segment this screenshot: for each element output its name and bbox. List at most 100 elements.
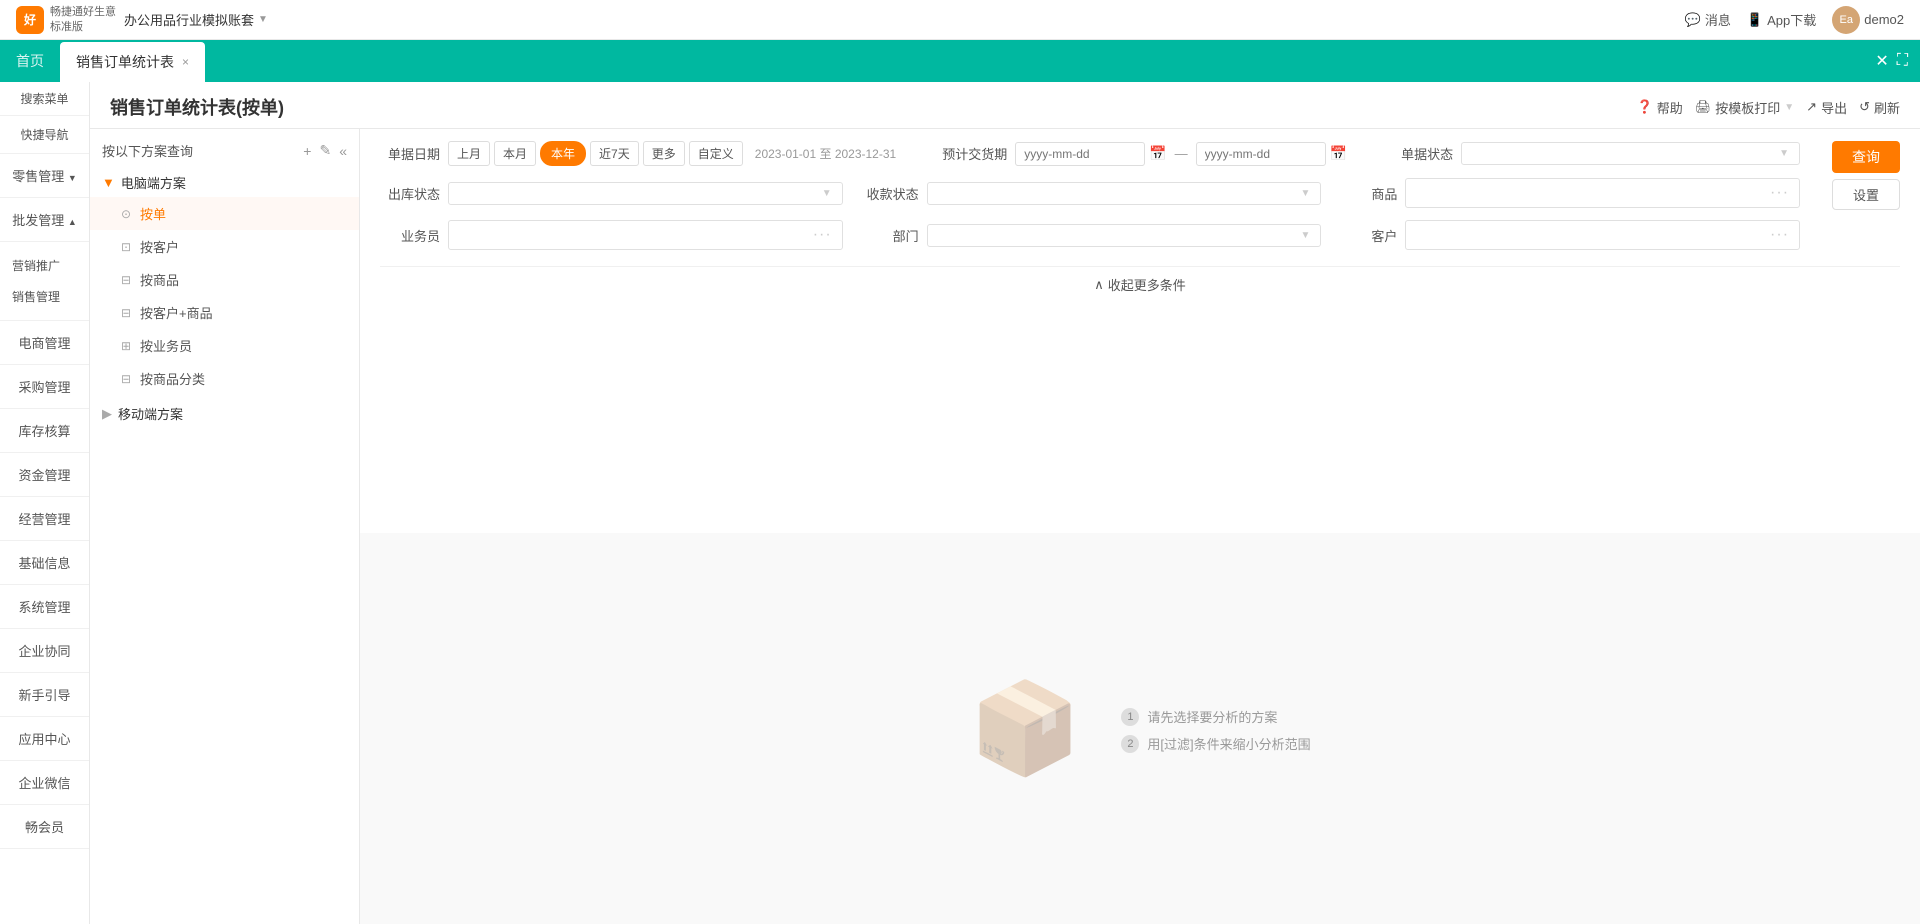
scheme-group-pc-header[interactable]: ▼ 电脑端方案	[90, 168, 359, 197]
page-actions: ❓ 帮助 🖨 按模板打印 ▼ ↗ 导出 ↺ 刷新	[1637, 98, 1900, 117]
tab-close-button[interactable]: ×	[182, 55, 189, 69]
sidebar-item-purchase[interactable]: 采购管理	[0, 365, 89, 409]
chevron-down-icon6: ▼	[1300, 230, 1310, 241]
salesperson-group: 业务员 ···	[380, 220, 843, 250]
date-btn-thisyear[interactable]: 本年	[540, 141, 586, 166]
more-icon3: ···	[1770, 226, 1789, 244]
scheme-item-by-customer[interactable]: ⊡ 按客户	[90, 230, 359, 263]
expected-date-group: 预计交货期 📅 — 📅	[942, 142, 1347, 166]
delivery-status-select[interactable]: ▼	[448, 182, 843, 205]
delivery-status-group: 出库状态 ▼	[380, 182, 843, 205]
download-icon: 📱	[1747, 12, 1763, 28]
scheme-item-by-category[interactable]: ⊟ 按商品分类	[90, 362, 359, 395]
salesperson-input[interactable]: ···	[448, 220, 843, 250]
sidebar-item-wholesale[interactable]: 批发管理 ▲	[0, 198, 89, 242]
message-icon: 💬	[1685, 12, 1701, 28]
sidebar-item-retail[interactable]: 零售管理 ▼	[0, 154, 89, 198]
sidebar-item-finance[interactable]: 资金管理	[0, 453, 89, 497]
filter-row-3: 业务员 ··· 部门 ▼	[380, 220, 1800, 250]
date-btn-lastmonth[interactable]: 上月	[448, 141, 490, 166]
customer-input[interactable]: ···	[1405, 220, 1800, 250]
window-close-icon[interactable]: ✕	[1875, 51, 1888, 71]
window-maximize-icon[interactable]: ⛶	[1897, 52, 1908, 70]
scheme-edit-button[interactable]: ✎	[319, 142, 331, 159]
print-icon: 🖨	[1695, 99, 1712, 115]
sidebar-sub-marketing: 营销推广 销售管理	[0, 242, 89, 321]
date-btn-custom[interactable]: 自定义	[689, 141, 743, 166]
scheme-item-by-order[interactable]: ⊙ 按单	[90, 197, 359, 230]
results-area: 📦 1 请先选择要分析的方案 2 用[过滤]条件来缩小分析范围	[360, 533, 1920, 924]
sidebar-item-quicknav[interactable]: 快捷导航	[0, 116, 89, 154]
calendar-icon[interactable]: 📅	[1149, 145, 1166, 162]
scheme-collapse-button[interactable]: «	[339, 143, 347, 159]
more-icon: ···	[1770, 184, 1789, 202]
company-selector[interactable]: 办公用品行业模拟账套 ▼	[124, 10, 268, 29]
goods-group: 商品 ···	[1337, 178, 1800, 208]
empty-content: 📦 1 请先选择要分析的方案 2 用[过滤]条件来缩小分析范围	[969, 676, 1310, 781]
app-download-nav[interactable]: 📱 App下载	[1747, 10, 1816, 29]
sidebar-item-ecommerce[interactable]: 电商管理	[0, 321, 89, 365]
sidebar-item-system[interactable]: 系统管理	[0, 585, 89, 629]
payment-status-select[interactable]: ▼	[927, 182, 1322, 205]
panel-layout: 按以下方案查询 + ✎ « ▼ 电脑端方案 ⊙ 按单	[90, 129, 1920, 924]
scheme-group-mobile-header[interactable]: ▶ 移动端方案	[90, 399, 359, 428]
top-bar-right: 💬 消息 📱 App下载 Ea demo2	[1685, 6, 1904, 34]
filter-row-1: 单据日期 上月 本月 本年 近7天 更多 自定义 2023-01-01 至 20…	[380, 141, 1800, 166]
sidebar-item-inventory[interactable]: 库存核算	[0, 409, 89, 453]
expected-date-from-input[interactable]	[1015, 142, 1145, 166]
sidebar-item-marketing[interactable]: 营销推广	[0, 250, 89, 281]
date-btn-more[interactable]: 更多	[643, 141, 685, 166]
sidebar-item-operations[interactable]: 经营管理	[0, 497, 89, 541]
goods-input[interactable]: ···	[1405, 178, 1800, 208]
calendar-icon2[interactable]: 📅	[1330, 145, 1347, 162]
settings-button[interactable]: 设置	[1832, 179, 1900, 210]
sidebar-item-membership[interactable]: 畅会员	[0, 805, 89, 849]
bar-icon: ⊞	[118, 338, 134, 354]
sidebar-item-search[interactable]: 搜索菜单	[0, 82, 89, 116]
sidebar-item-appcenter[interactable]: 应用中心	[0, 717, 89, 761]
date-btn-thismonth[interactable]: 本月	[494, 141, 536, 166]
scheme-item-by-salesperson[interactable]: ⊞ 按业务员	[90, 329, 359, 362]
help-button[interactable]: ❓ 帮助	[1637, 98, 1683, 117]
sidebar-item-sales-mgmt[interactable]: 销售管理	[0, 281, 89, 312]
date-btn-last7days[interactable]: 近7天	[590, 141, 639, 166]
bill-status-select[interactable]: ▼	[1461, 142, 1800, 165]
filter-fields: 单据日期 上月 本月 本年 近7天 更多 自定义 2023-01-01 至 20…	[380, 141, 1900, 262]
query-button[interactable]: 查询	[1832, 141, 1900, 173]
scheme-add-button[interactable]: +	[303, 143, 311, 159]
list2-icon: ⊟	[118, 305, 134, 321]
chevron-down-icon: ▼	[258, 14, 268, 25]
help-icon: ❓	[1637, 99, 1653, 115]
avatar: Ea	[1832, 6, 1860, 34]
sidebar: 搜索菜单 快捷导航 零售管理 ▼ 批发管理 ▲ 营销推广 销售管理 电商管理 采…	[0, 82, 90, 924]
expand-icon: ▼	[102, 175, 115, 190]
expected-date-to-input[interactable]	[1196, 142, 1326, 166]
more-icon2: ···	[813, 226, 832, 244]
date-filter-group: 单据日期 上月 本月 本年 近7天 更多 自定义 2023-01-01 至 20…	[380, 141, 896, 166]
sidebar-item-wechat[interactable]: 企业微信	[0, 761, 89, 805]
sidebar-item-newbie[interactable]: 新手引导	[0, 673, 89, 717]
collapse-button[interactable]: ∧ 收起更多条件	[1094, 275, 1186, 294]
template-print-button[interactable]: 🖨 按模板打印 ▼	[1695, 98, 1794, 117]
sidebar-item-basics[interactable]: 基础信息	[0, 541, 89, 585]
main-layout: 搜索菜单 快捷导航 零售管理 ▼ 批发管理 ▲ 营销推广 销售管理 电商管理 采…	[0, 82, 1920, 924]
sidebar-item-enterprise[interactable]: 企业协同	[0, 629, 89, 673]
message-nav[interactable]: 💬 消息	[1685, 10, 1731, 29]
collapse-up-icon: ∧	[1094, 277, 1104, 293]
chevron-down-icon5: ▼	[1300, 188, 1310, 199]
tab-home[interactable]: 首页	[0, 40, 60, 82]
refresh-icon: ↺	[1859, 99, 1870, 115]
refresh-button[interactable]: ↺ 刷新	[1859, 98, 1900, 117]
page-title: 销售订单统计表(按单)	[110, 94, 284, 120]
tab-sales-order-stats[interactable]: 销售订单统计表 ×	[60, 42, 205, 82]
user-nav[interactable]: Ea demo2	[1832, 6, 1904, 34]
scheme-item-by-goods[interactable]: ⊟ 按商品	[90, 263, 359, 296]
export-button[interactable]: ↗ 导出	[1806, 98, 1847, 117]
scheme-item-by-customer-goods[interactable]: ⊟ 按客户+商品	[90, 296, 359, 329]
expected-date-to: 📅	[1196, 142, 1347, 166]
dept-select[interactable]: ▼	[927, 224, 1322, 247]
radio-active-icon: ⊙	[118, 206, 134, 222]
query-actions: 查询 设置	[1832, 141, 1900, 210]
grid-icon: ⊡	[118, 239, 134, 255]
empty-illustration: 📦	[969, 676, 1081, 781]
